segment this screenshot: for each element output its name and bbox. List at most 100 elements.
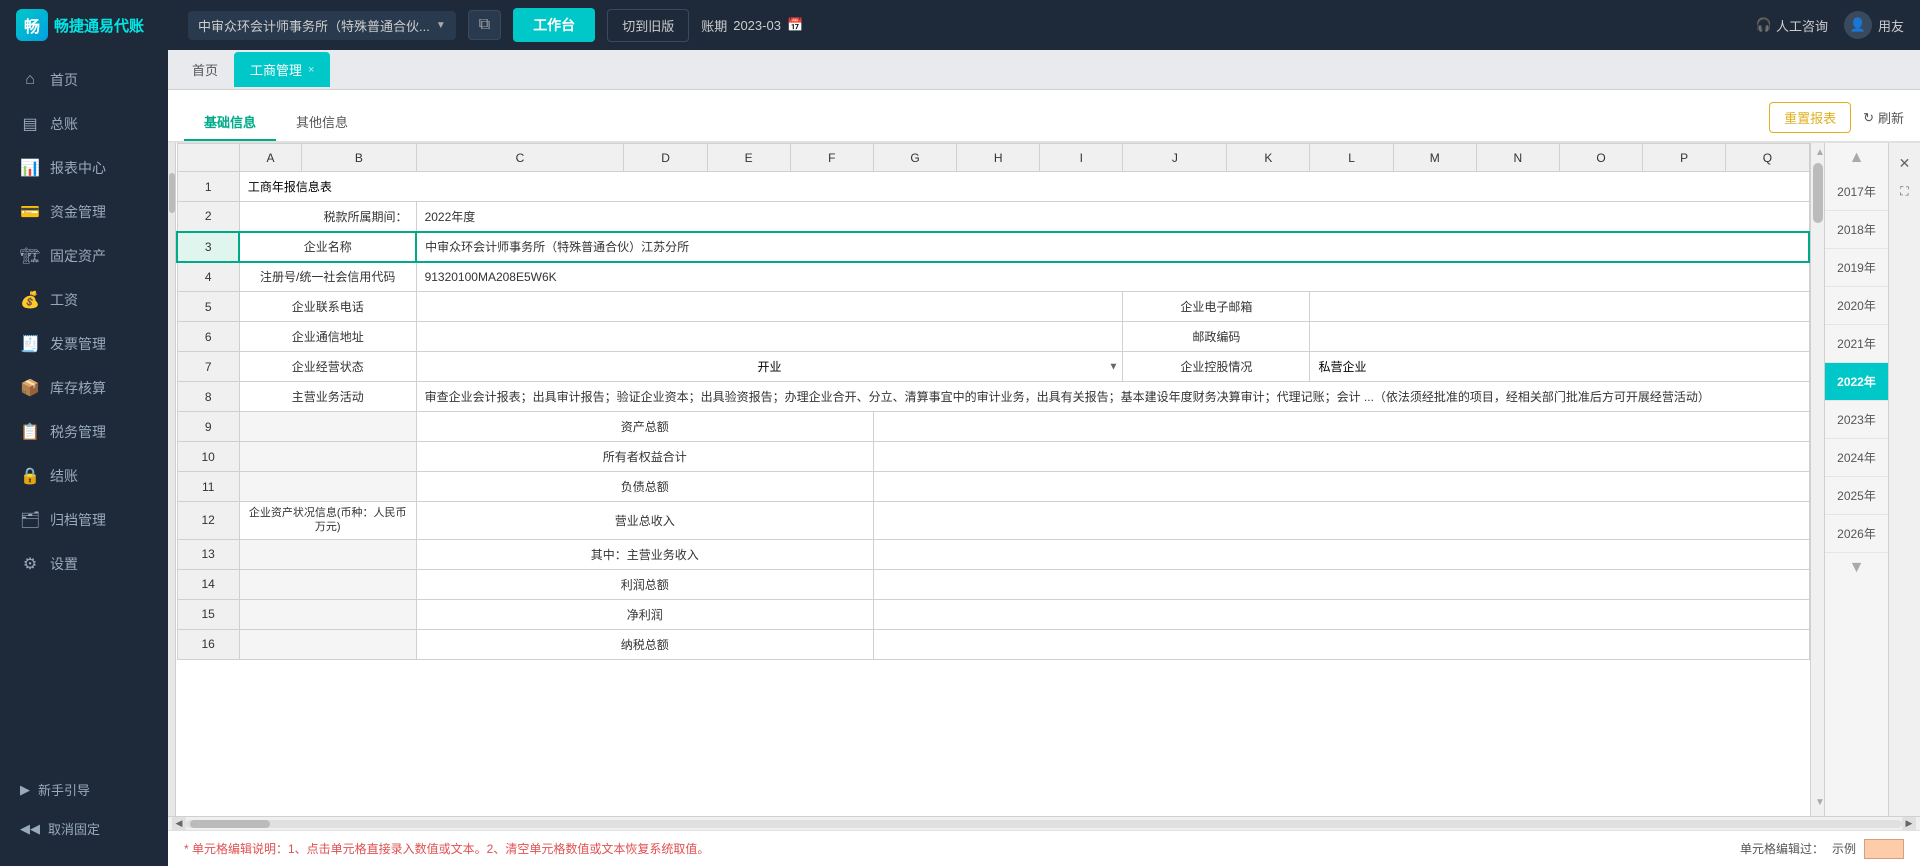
sidebar-item-fixed-assets[interactable]: 🏗 固定资产 [0, 234, 168, 278]
period-value-cell[interactable]: 2022年度 [416, 202, 1809, 232]
year-nav-up-button[interactable]: ▲ [1825, 143, 1888, 173]
row-header: 6 [177, 322, 239, 352]
total-tax-value-cell[interactable] [873, 629, 1809, 659]
sidebar-item-ledger[interactable]: ▤ 总账 [0, 102, 168, 146]
address-value-cell[interactable] [416, 322, 1123, 352]
table-row: 16 纳税总额 [177, 629, 1809, 659]
year-item-2025[interactable]: 2025年 [1825, 477, 1888, 515]
equity-label-cell: 所有者权益合计 [416, 442, 873, 472]
sidebar-item-newuser[interactable]: ▶ 新手引导 [0, 770, 168, 809]
sidebar-item-closing[interactable]: 🔒 结账 [0, 454, 168, 498]
row-header: 14 [177, 569, 239, 599]
reports-icon: 📊 [20, 158, 40, 178]
regcode-value-cell[interactable]: 91320100MA208E5W6K [416, 262, 1809, 292]
title-cell[interactable]: 工商年报信息表 [239, 172, 1809, 202]
scroll-down-arrow[interactable]: ▼ [1811, 793, 1824, 812]
logo-icon: 畅 [16, 9, 48, 41]
liabilities-value-cell[interactable] [873, 472, 1809, 502]
vertical-scrollbar[interactable]: ▲ ▼ [1810, 143, 1824, 816]
old-version-button[interactable]: 切到旧版 [607, 9, 689, 42]
company-name-value-cell[interactable]: 中审众环会计师事务所（特殊普通合伙）江苏分所 [416, 232, 1809, 262]
reset-button[interactable]: 重置报表 [1769, 102, 1851, 133]
scroll-right-arrow[interactable]: ▶ [1902, 817, 1916, 831]
main-biz-label-cell: 主营业务活动 [239, 382, 416, 412]
main-biz-value-cell[interactable]: 审查企业会计报表；出具审计报告；验证企业资本；出具验资报告；办理企业合开、分立、… [416, 382, 1809, 412]
year-item-2022[interactable]: 2022年 [1825, 363, 1888, 401]
sidebar-item-reports[interactable]: 📊 报表中心 [0, 146, 168, 190]
total-assets-value-cell[interactable] [873, 412, 1809, 442]
workbench-button[interactable]: 工作台 [513, 8, 595, 42]
example-color-box [1864, 839, 1904, 859]
sidebar-item-tax[interactable]: 📋 税务管理 [0, 410, 168, 454]
email-value-cell[interactable] [1310, 292, 1809, 322]
sidebar-item-invoice[interactable]: 🧾 发票管理 [0, 322, 168, 366]
copy-button[interactable]: ⧉ [468, 10, 501, 40]
tab-close-button[interactable]: × [308, 64, 314, 76]
sub-tabs: 基础信息 其他信息 重置报表 ↻ 刷新 [168, 90, 1920, 143]
h-scroll-thumb[interactable] [190, 820, 270, 828]
year-nav-down-button[interactable]: ▼ [1825, 553, 1888, 583]
scroll-thumb[interactable] [1813, 163, 1823, 223]
year-item-2018[interactable]: 2018年 [1825, 211, 1888, 249]
year-item-2020[interactable]: 2020年 [1825, 287, 1888, 325]
sidebar-bottom: ▶ 新手引导 ◀◀ 取消固定 [0, 760, 168, 858]
support-button[interactable]: 🎧 人工咨询 [1756, 16, 1828, 35]
holding-value-cell[interactable]: 私营企业 [1310, 352, 1809, 382]
table-row: 9 资产总额 [177, 412, 1809, 442]
table-row: 13 其中：主营业务收入 [177, 539, 1809, 569]
empty-merged-cell [239, 442, 416, 472]
status-note: * 单元格编辑说明：1、点击单元格直接录入数值或文本。2、清空单元格数值或文本恢… [184, 840, 709, 857]
calendar-icon[interactable]: 📅 [787, 17, 803, 33]
company-name: 中审众环会计师事务所（特殊普通合伙... [198, 16, 430, 35]
total-profit-value-cell[interactable] [873, 569, 1809, 599]
sidebar-item-label: 结账 [50, 466, 78, 486]
right-panel: ✕ ⛶ [1888, 143, 1920, 816]
equity-value-cell[interactable] [873, 442, 1809, 472]
spreadsheet-container[interactable]: A B C D E F G H I J K L [176, 143, 1810, 816]
net-profit-value-cell[interactable] [873, 599, 1809, 629]
tab-home[interactable]: 首页 [180, 52, 230, 87]
user-avatar: 👤 [1844, 11, 1872, 39]
panel-close-button[interactable]: ✕ [1895, 151, 1915, 176]
biz-status-value-cell[interactable]: 开业▼ [416, 352, 1123, 382]
scroll-up-arrow[interactable]: ▲ [1811, 143, 1824, 162]
sidebar-item-label: 首页 [50, 70, 78, 90]
table-row: 15 净利润 [177, 599, 1809, 629]
year-item-2021[interactable]: 2021年 [1825, 325, 1888, 363]
postcode-label-cell: 邮政编码 [1123, 322, 1310, 352]
tab-industrial[interactable]: 工商管理 × [234, 52, 330, 87]
total-revenue-label-cell: 营业总收入 [416, 502, 873, 540]
sub-tab-basic[interactable]: 基础信息 [184, 104, 276, 141]
status-right: 单元格编辑过： 示例 [1740, 839, 1904, 859]
refresh-button[interactable]: ↻ 刷新 [1863, 108, 1904, 127]
col-header-l: L [1310, 144, 1393, 172]
panel-expand-button[interactable]: ⛶ [1896, 180, 1912, 203]
main-revenue-value-cell[interactable] [873, 539, 1809, 569]
user-area[interactable]: 👤 用友 [1844, 11, 1904, 39]
company-selector[interactable]: 中审众环会计师事务所（特殊普通合伙... ▼ [188, 11, 456, 40]
phone-value-cell[interactable] [416, 292, 1123, 322]
scroll-left-arrow[interactable]: ◀ [172, 817, 186, 831]
sidebar-item-payroll[interactable]: 💰 工资 [0, 278, 168, 322]
sidebar-item-inventory[interactable]: 📦 库存核算 [0, 366, 168, 410]
sidebar-item-home[interactable]: ⌂ 首页 [0, 58, 168, 102]
col-header-m: M [1393, 144, 1476, 172]
h-scroll-track[interactable] [186, 820, 1902, 828]
col-header-f: F [790, 144, 873, 172]
year-item-2019[interactable]: 2019年 [1825, 249, 1888, 287]
sidebar-item-unpin[interactable]: ◀◀ 取消固定 [0, 809, 168, 848]
sidebar-item-finance[interactable]: 💳 资金管理 [0, 190, 168, 234]
year-item-2024[interactable]: 2024年 [1825, 439, 1888, 477]
postcode-value-cell[interactable] [1310, 322, 1809, 352]
total-revenue-value-cell[interactable] [873, 502, 1809, 540]
sub-tab-other[interactable]: 其他信息 [276, 104, 368, 141]
sidebar-item-archive[interactable]: 🗂 归档管理 [0, 498, 168, 542]
sidebar-item-settings[interactable]: ⚙ 设置 [0, 542, 168, 586]
year-item-2026[interactable]: 2026年 [1825, 515, 1888, 553]
tax-icon: 📋 [20, 422, 40, 442]
year-item-2017[interactable]: 2017年 [1825, 173, 1888, 211]
period-value: 2023-03 [733, 18, 781, 33]
year-item-2023[interactable]: 2023年 [1825, 401, 1888, 439]
horizontal-scrollbar[interactable]: ◀ ▶ [168, 816, 1920, 830]
company-dropdown-arrow: ▼ [436, 20, 446, 31]
